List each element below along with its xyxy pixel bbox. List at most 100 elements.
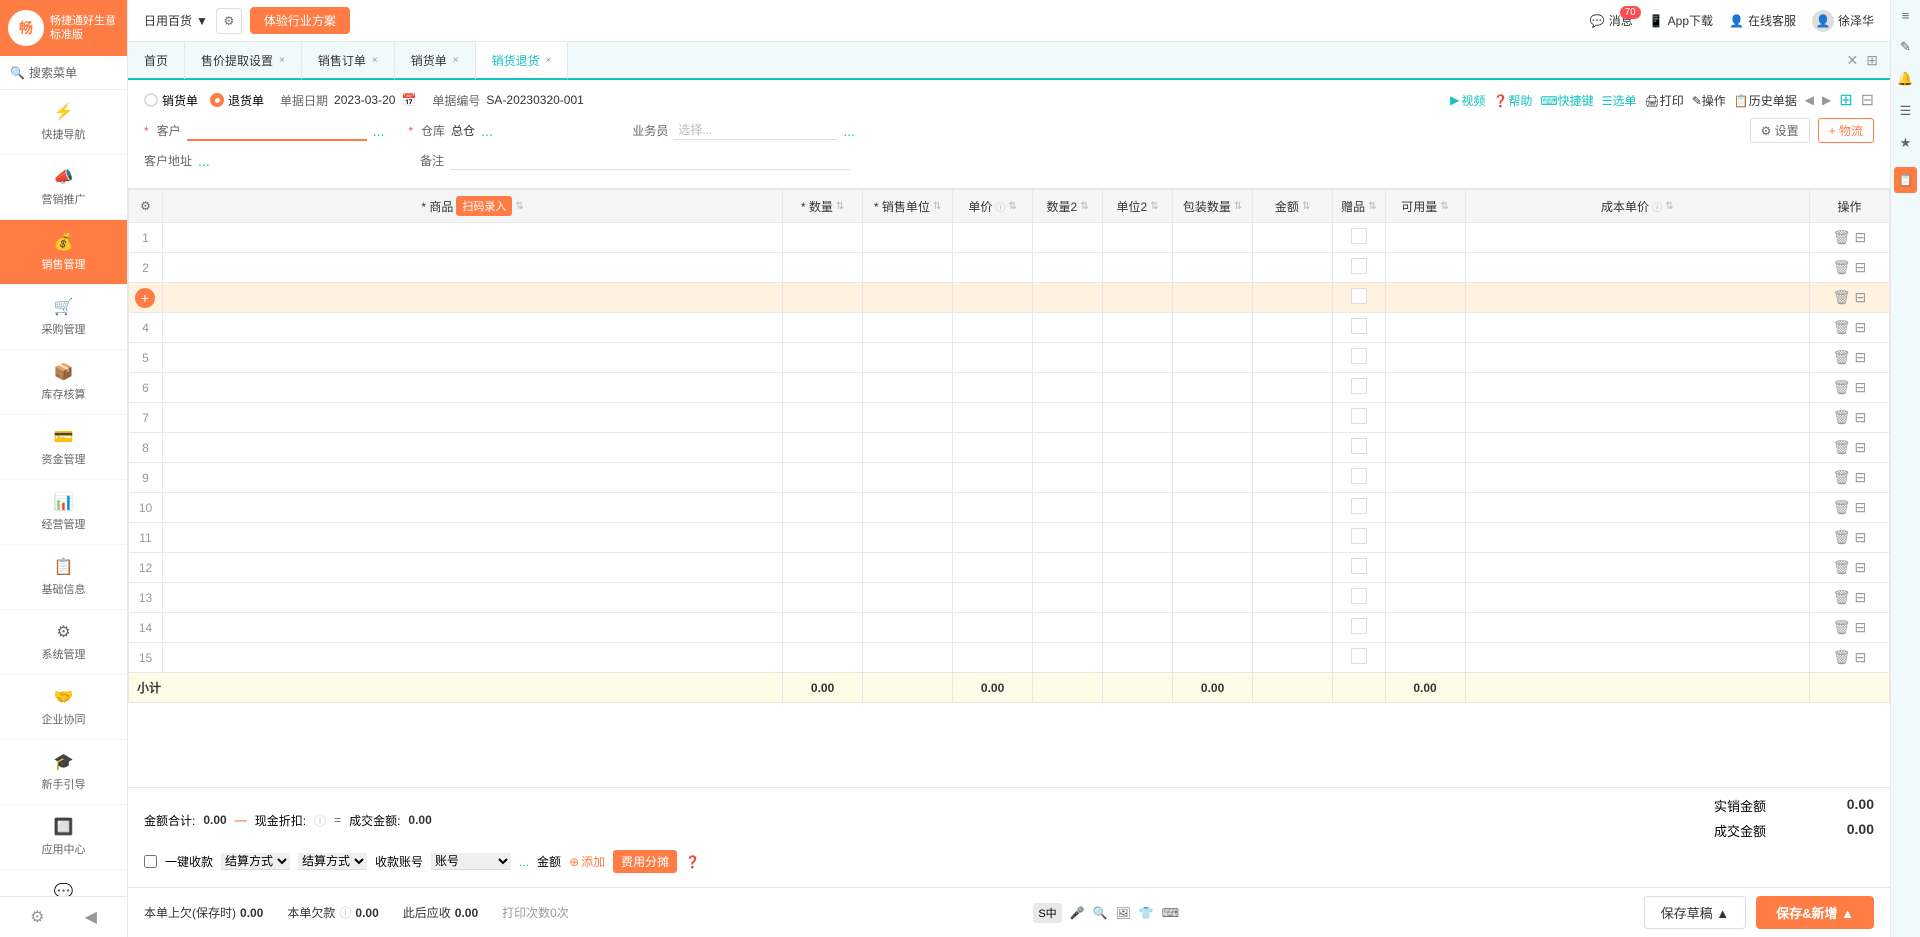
sidebar-item-sales[interactable]: 💰 销售管理 [0, 220, 127, 285]
delete-row-14[interactable]: 🗑 [1833, 619, 1851, 636]
cost-cell-10[interactable] [1465, 493, 1810, 523]
available-cell-13[interactable] [1385, 583, 1465, 613]
copy-row-3[interactable]: ⊟ [1855, 289, 1867, 306]
delete-row-13[interactable]: 🗑 [1833, 589, 1851, 606]
nav-settings-btn[interactable]: ⚙ [216, 8, 242, 34]
gift-cell-1[interactable] [1333, 223, 1385, 253]
delete-row-10[interactable]: 🗑 [1833, 499, 1851, 516]
gift-cell-4[interactable] [1333, 313, 1385, 343]
packqty-cell-11[interactable] [1173, 523, 1253, 553]
product-cell-8[interactable] [163, 433, 783, 463]
available-cell-5[interactable] [1385, 343, 1465, 373]
product-input-12[interactable] [169, 561, 776, 575]
settlement-method-select[interactable]: 结算方式 [221, 853, 290, 870]
address-picker[interactable]: ... [198, 153, 210, 169]
operation-link[interactable]: ✎操作 [1692, 92, 1726, 109]
sidebar-collapse-icon[interactable]: ◀ [85, 907, 97, 927]
packqty-cell-1[interactable] [1173, 223, 1253, 253]
gift-checkbox-15[interactable] [1351, 648, 1367, 664]
price-cell-4[interactable] [953, 313, 1033, 343]
delete-row-11[interactable]: 🗑 [1833, 529, 1851, 546]
qty2-cell-10[interactable] [1033, 493, 1103, 523]
packqty-cell-15[interactable] [1173, 643, 1253, 673]
tab-close-price-settings[interactable]: × [279, 55, 285, 66]
amount-cell-3[interactable] [1253, 283, 1333, 313]
price-cell-1[interactable] [953, 223, 1033, 253]
qty-cell-6[interactable] [783, 373, 863, 403]
copy-row-14[interactable]: ⊟ [1855, 619, 1867, 636]
sidebar-item-enterprise[interactable]: 🤝 企业协同 [0, 675, 127, 740]
gift-cell-15[interactable] [1333, 643, 1385, 673]
available-cell-7[interactable] [1385, 403, 1465, 433]
delete-row-1[interactable]: 🗑 [1833, 229, 1851, 246]
save-new-button[interactable]: 保存&新增 ▲ [1756, 896, 1874, 929]
gift-checkbox-2[interactable] [1351, 258, 1367, 274]
unit2-cell-14[interactable] [1103, 613, 1173, 643]
packqty-cell-7[interactable] [1173, 403, 1253, 433]
view-list-icon[interactable]: ⊞ [1839, 90, 1852, 110]
view-grid-icon[interactable]: ⊟ [1861, 90, 1874, 110]
account-select[interactable]: 账号 [431, 853, 511, 870]
available-cell-1[interactable] [1385, 223, 1465, 253]
unit-cell-15[interactable] [863, 643, 953, 673]
cost-sort[interactable]: ⇅ [1665, 201, 1673, 212]
gift-checkbox-11[interactable] [1351, 528, 1367, 544]
unit2-cell-3[interactable] [1103, 283, 1173, 313]
copy-row-2[interactable]: ⊟ [1855, 259, 1867, 276]
sidebar-item-basic[interactable]: 📋 基础信息 [0, 545, 127, 610]
delete-row-9[interactable]: 🗑 [1833, 469, 1851, 486]
tab-close-all[interactable]: ✕ [1847, 52, 1859, 69]
qty2-cell-11[interactable] [1033, 523, 1103, 553]
qty2-cell-3[interactable] [1033, 283, 1103, 313]
delete-row-2[interactable]: 🗑 [1833, 259, 1851, 276]
tab-sales-return[interactable]: 销货退货 × [476, 42, 569, 80]
sidebar-item-inventory[interactable]: 📦 库存核算 [0, 350, 127, 415]
qty-cell-12[interactable] [783, 553, 863, 583]
gift-cell-5[interactable] [1333, 343, 1385, 373]
gift-checkbox-10[interactable] [1351, 498, 1367, 514]
product-input-15[interactable] [169, 651, 776, 665]
online-service-link[interactable]: 👤 在线客服 [1729, 12, 1796, 29]
delete-row-5[interactable]: 🗑 [1833, 349, 1851, 366]
cost-cell-12[interactable] [1465, 553, 1810, 583]
amount-cell-10[interactable] [1253, 493, 1333, 523]
qty2-cell-1[interactable] [1033, 223, 1103, 253]
qty2-cell-9[interactable] [1033, 463, 1103, 493]
gift-cell-11[interactable] [1333, 523, 1385, 553]
price-cell-9[interactable] [953, 463, 1033, 493]
unit-cell-7[interactable] [863, 403, 953, 433]
customer-picker[interactable]: ... [373, 123, 385, 139]
account-dots[interactable]: ... [519, 855, 529, 869]
available-sort[interactable]: ⇅ [1440, 201, 1448, 212]
product-input-8[interactable] [169, 441, 776, 455]
unit2-cell-9[interactable] [1103, 463, 1173, 493]
available-cell-10[interactable] [1385, 493, 1465, 523]
delete-row-15[interactable]: 🗑 [1833, 649, 1851, 666]
right-icon-5[interactable]: ★ [1900, 135, 1912, 151]
unit-cell-2[interactable] [863, 253, 953, 283]
qty2-cell-4[interactable] [1033, 313, 1103, 343]
packqty-cell-2[interactable] [1173, 253, 1253, 283]
product-cell-2[interactable] [163, 253, 783, 283]
gift-cell-14[interactable] [1333, 613, 1385, 643]
calendar-icon[interactable]: 📅 [401, 93, 416, 107]
amount-cell-9[interactable] [1253, 463, 1333, 493]
product-cell-7[interactable] [163, 403, 783, 433]
amount-cell-6[interactable] [1253, 373, 1333, 403]
price-cell-15[interactable] [953, 643, 1033, 673]
available-cell-4[interactable] [1385, 313, 1465, 343]
calc-method-select[interactable]: 结算方式 [298, 853, 367, 870]
amount-cell-5[interactable] [1253, 343, 1333, 373]
product-input-14[interactable] [169, 621, 776, 635]
warehouse-picker[interactable]: ... [481, 123, 493, 139]
qty-cell-8[interactable] [783, 433, 863, 463]
cost-cell-5[interactable] [1465, 343, 1810, 373]
gift-cell-6[interactable] [1333, 373, 1385, 403]
cost-cell-7[interactable] [1465, 403, 1810, 433]
th-gear[interactable]: ⚙ [129, 190, 163, 223]
search-menu[interactable]: 🔍 搜索菜单 [0, 56, 127, 90]
price-sort[interactable]: ⇅ [1008, 201, 1016, 212]
qty2-cell-15[interactable] [1033, 643, 1103, 673]
product-cell-14[interactable] [163, 613, 783, 643]
price-cell-14[interactable] [953, 613, 1033, 643]
